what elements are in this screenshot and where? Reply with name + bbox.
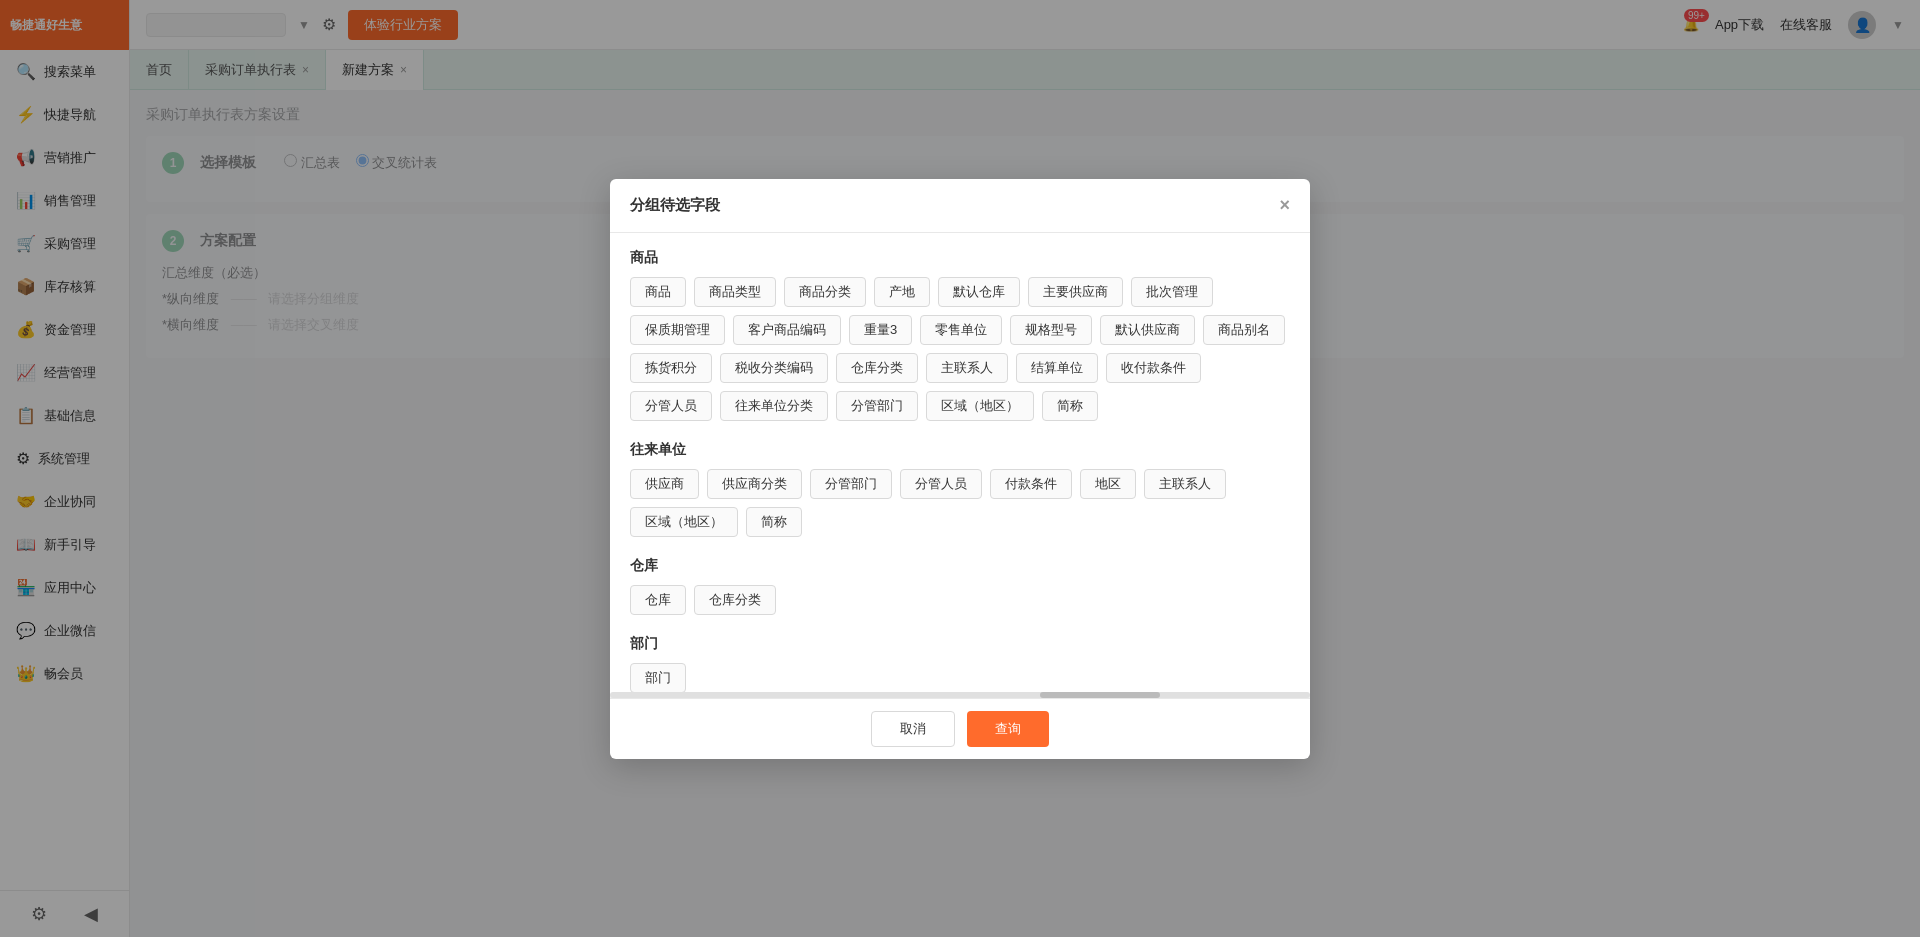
modal-body: 商品商品商品类型商品分类产地默认仓库主要供应商批次管理保质期管理客户商品编码重量… [610, 233, 1310, 694]
field-tag-3-0[interactable]: 部门 [630, 663, 686, 693]
field-group-title-1: 往来单位 [630, 441, 1290, 459]
field-tags-2: 仓库仓库分类 [630, 585, 1290, 615]
field-tag-1-0[interactable]: 供应商 [630, 469, 699, 499]
field-tag-0-15[interactable]: 税收分类编码 [720, 353, 828, 383]
field-group-2: 仓库仓库仓库分类 [630, 557, 1290, 615]
field-tags-3: 部门 [630, 663, 1290, 693]
field-tag-0-17[interactable]: 主联系人 [926, 353, 1008, 383]
field-tag-1-7[interactable]: 区域（地区） [630, 507, 738, 537]
field-tag-1-1[interactable]: 供应商分类 [707, 469, 802, 499]
field-tag-2-1[interactable]: 仓库分类 [694, 585, 776, 615]
field-tag-0-13[interactable]: 商品别名 [1203, 315, 1285, 345]
field-tag-0-4[interactable]: 默认仓库 [938, 277, 1020, 307]
field-tag-0-20[interactable]: 分管人员 [630, 391, 712, 421]
field-group-1: 往来单位供应商供应商分类分管部门分管人员付款条件地区主联系人区域（地区） 简称 [630, 441, 1290, 537]
field-tag-0-7[interactable]: 保质期管理 [630, 315, 725, 345]
field-select-modal: 分组待选字段 × 商品商品商品类型商品分类产地默认仓库主要供应商批次管理保质期管… [610, 179, 1310, 759]
field-group-title-0: 商品 [630, 249, 1290, 267]
field-tag-0-0[interactable]: 商品 [630, 277, 686, 307]
modal-title: 分组待选字段 [630, 196, 720, 215]
field-tag-0-6[interactable]: 批次管理 [1131, 277, 1213, 307]
field-tag-0-21[interactable]: 往来单位分类 [720, 391, 828, 421]
field-tag-1-5[interactable]: 地区 [1080, 469, 1136, 499]
field-tag-0-14[interactable]: 拣货积分 [630, 353, 712, 383]
modal-header: 分组待选字段 × [610, 179, 1310, 233]
field-tag-0-10[interactable]: 零售单位 [920, 315, 1002, 345]
field-tag-1-4[interactable]: 付款条件 [990, 469, 1072, 499]
field-tag-0-18[interactable]: 结算单位 [1016, 353, 1098, 383]
modal-overlay: 分组待选字段 × 商品商品商品类型商品分类产地默认仓库主要供应商批次管理保质期管… [0, 0, 1920, 937]
field-group-title-2: 仓库 [630, 557, 1290, 575]
field-tag-0-12[interactable]: 默认供应商 [1100, 315, 1195, 345]
field-tag-1-8[interactable]: 简称 [746, 507, 802, 537]
field-tag-0-2[interactable]: 商品分类 [784, 277, 866, 307]
field-tag-0-22[interactable]: 分管部门 [836, 391, 918, 421]
confirm-button[interactable]: 查询 [967, 711, 1049, 747]
field-tag-0-24[interactable]: 简称 [1042, 391, 1098, 421]
field-tag-0-8[interactable]: 客户商品编码 [733, 315, 841, 345]
field-tag-0-23[interactable]: 区域（地区） [926, 391, 1034, 421]
modal-close-button[interactable]: × [1279, 195, 1290, 216]
field-tag-0-1[interactable]: 商品类型 [694, 277, 776, 307]
field-tag-0-11[interactable]: 规格型号 [1010, 315, 1092, 345]
field-tag-0-3[interactable]: 产地 [874, 277, 930, 307]
field-tag-0-5[interactable]: 主要供应商 [1028, 277, 1123, 307]
field-tag-0-19[interactable]: 收付款条件 [1106, 353, 1201, 383]
field-tags-0: 商品商品类型商品分类产地默认仓库主要供应商批次管理保质期管理客户商品编码重量3 零… [630, 277, 1290, 421]
field-group-0: 商品商品商品类型商品分类产地默认仓库主要供应商批次管理保质期管理客户商品编码重量… [630, 249, 1290, 421]
field-tags-1: 供应商供应商分类分管部门分管人员付款条件地区主联系人区域（地区） 简称 [630, 469, 1290, 537]
field-tag-1-2[interactable]: 分管部门 [810, 469, 892, 499]
cancel-button[interactable]: 取消 [871, 711, 955, 747]
field-group-3: 部门部门 [630, 635, 1290, 693]
field-tag-2-0[interactable]: 仓库 [630, 585, 686, 615]
field-tag-1-3[interactable]: 分管人员 [900, 469, 982, 499]
modal-footer: 取消 查询 [610, 698, 1310, 759]
horizontal-scrollbar[interactable] [610, 694, 1310, 698]
field-tag-1-6[interactable]: 主联系人 [1144, 469, 1226, 499]
field-group-title-3: 部门 [630, 635, 1290, 653]
field-tag-0-9[interactable]: 重量3 [849, 315, 912, 345]
field-tag-0-16[interactable]: 仓库分类 [836, 353, 918, 383]
